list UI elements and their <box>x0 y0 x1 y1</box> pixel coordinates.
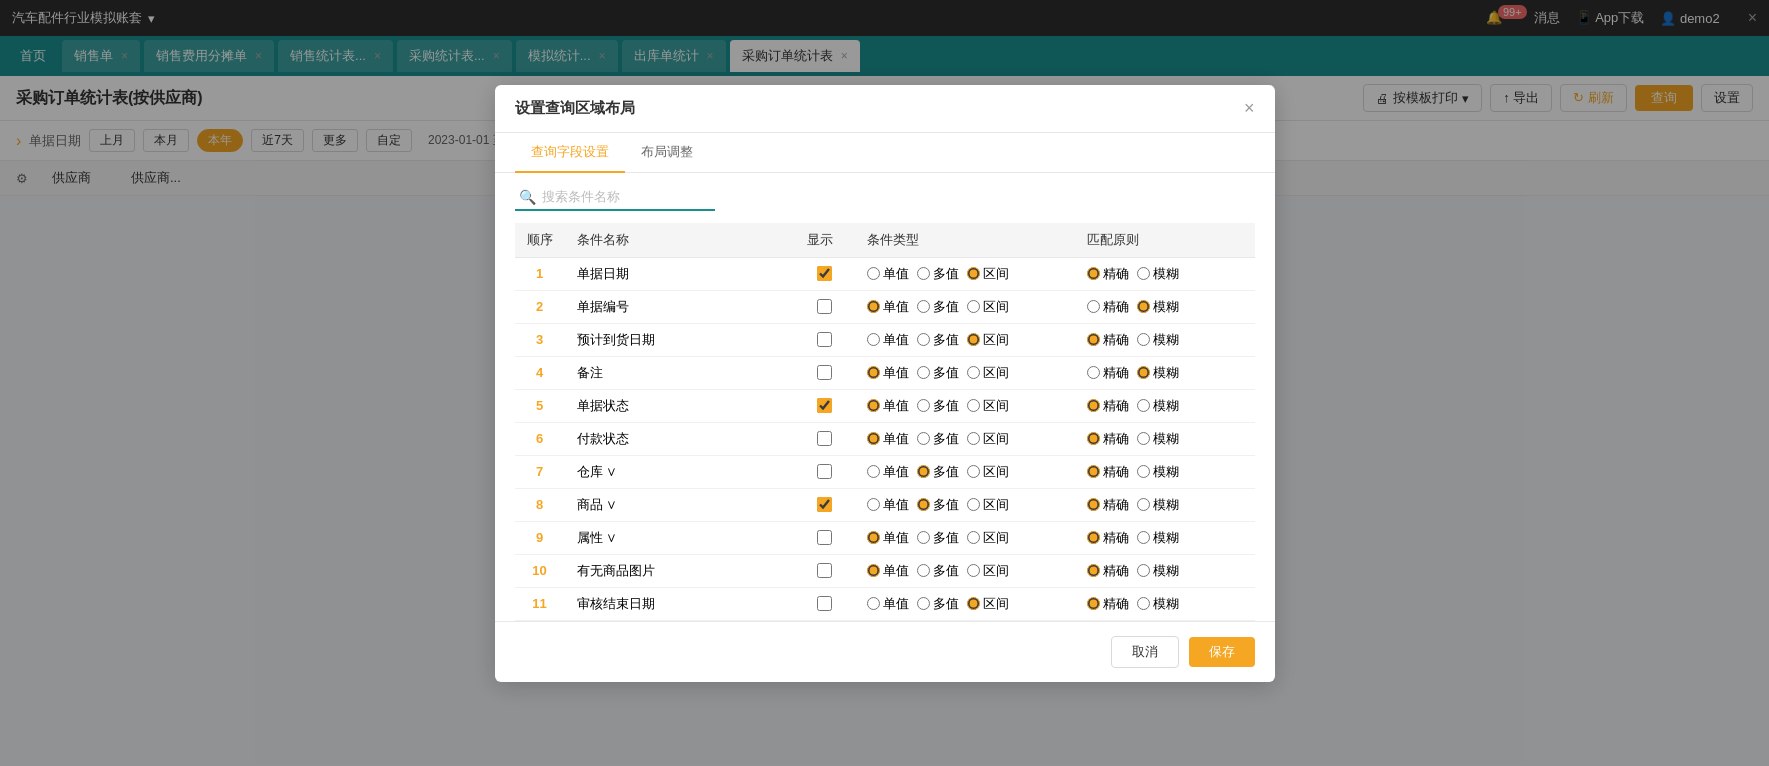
modal-close-button[interactable]: × <box>1244 99 1255 117</box>
modal-dialog: 设置查询区域布局 × 查询字段设置 布局调整 🔍 顺序 条件名称 显示 <box>495 85 1275 197</box>
modal-tab-layout[interactable]: 布局调整 <box>625 133 709 173</box>
search-box: 🔍 <box>515 185 715 197</box>
modal-tabs: 查询字段设置 布局调整 <box>495 133 1275 173</box>
modal-overlay[interactable]: 设置查询区域布局 × 查询字段设置 布局调整 🔍 顺序 条件名称 显示 <box>0 0 1769 196</box>
search-icon: 🔍 <box>519 189 536 197</box>
modal-tab-fields[interactable]: 查询字段设置 <box>515 133 625 173</box>
search-input[interactable] <box>542 189 702 196</box>
modal-title: 设置查询区域布局 <box>515 99 635 118</box>
modal-search-section: 🔍 <box>495 173 1275 197</box>
modal-header: 设置查询区域布局 × <box>495 85 1275 133</box>
